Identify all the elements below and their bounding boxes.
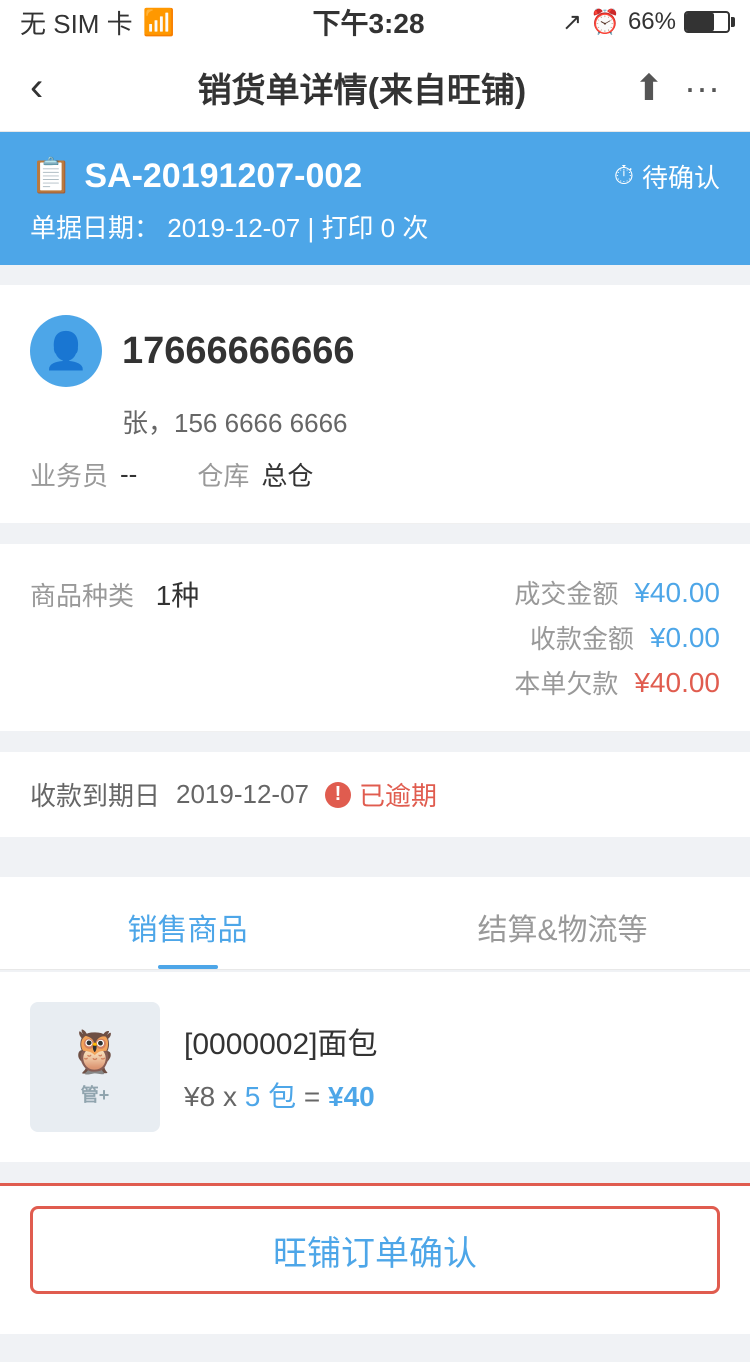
product-info: [0000002]面包 ¥8 x 5 包 = ¥40 bbox=[184, 1019, 720, 1115]
thumb-inner: 🦉 管+ bbox=[69, 1028, 121, 1107]
table-row: 🦉 管+ [0000002]面包 ¥8 x 5 包 = ¥40 bbox=[0, 972, 750, 1162]
tab-sales-products[interactable]: 销售商品 bbox=[0, 877, 375, 969]
battery-icon bbox=[684, 11, 730, 33]
carrier-text: 无 SIM 卡 bbox=[20, 4, 133, 41]
confirm-order-button[interactable]: 旺铺订单确认 bbox=[30, 1206, 720, 1294]
tab-settlement[interactable]: 结算&物流等 bbox=[375, 877, 750, 969]
owed-row: 本单欠款 ¥40.00 bbox=[514, 664, 720, 701]
order-status-text: 待确认 bbox=[642, 158, 720, 195]
divider-2 bbox=[30, 731, 720, 732]
order-icon: 📋 bbox=[30, 156, 72, 196]
overdue-text: 已逾期 bbox=[359, 776, 437, 813]
wifi-icon: 📶 bbox=[143, 7, 175, 38]
order-header-card: 📋 SA-20191207-002 ⏱ 待确认 单据日期： 2019-12-07… bbox=[0, 132, 750, 265]
page-title: 销货单详情(来自旺铺) bbox=[198, 63, 527, 112]
financial-summary: 成交金额 ¥40.00 收款金额 ¥0.00 本单欠款 ¥40.00 bbox=[514, 574, 720, 701]
battery-fill bbox=[686, 13, 714, 31]
product-name: [0000002]面包 bbox=[184, 1019, 720, 1063]
tab-sales-label: 销售商品 bbox=[128, 914, 248, 947]
due-date-value: 2019-12-07 bbox=[176, 779, 309, 810]
order-header-top: 📋 SA-20191207-002 ⏱ 待确认 bbox=[30, 156, 720, 196]
price-qty: 5 bbox=[245, 1081, 261, 1112]
divider-1 bbox=[30, 523, 720, 524]
nav-bar: ‹ 销货单详情(来自旺铺) ⬆ ··· bbox=[0, 44, 750, 132]
tab-settlement-label: 结算&物流等 bbox=[477, 914, 647, 947]
order-id-text: SA-20191207-002 bbox=[84, 157, 362, 196]
price-unit: ¥8 bbox=[184, 1081, 215, 1112]
battery-text: 66% bbox=[628, 8, 676, 36]
customer-section: 👤 17666666666 张，156 6666 6666 业务员 -- 仓库 … bbox=[0, 285, 750, 523]
avatar: 👤 bbox=[30, 315, 102, 387]
status-bar: 无 SIM 卡 📶 下午3:28 ↗ ⏰ 66% bbox=[0, 0, 750, 44]
received-value: ¥0.00 bbox=[650, 622, 720, 654]
location-icon: ↗ bbox=[562, 8, 582, 37]
share-icon[interactable]: ⬆ bbox=[634, 67, 664, 109]
nav-actions: ⬆ ··· bbox=[634, 67, 720, 109]
salesperson-label: 业务员 bbox=[30, 456, 108, 493]
tabs-section: 销售商品 结算&物流等 bbox=[0, 877, 750, 970]
product-type-value: 1种 bbox=[156, 580, 200, 611]
overdue-badge: ! 已逾期 bbox=[325, 776, 437, 813]
confirm-button-area: 旺铺订单确认 bbox=[0, 1183, 750, 1334]
owed-value: ¥40.00 bbox=[634, 667, 720, 699]
received-row: 收款金额 ¥0.00 bbox=[530, 619, 720, 656]
salesperson-value: -- bbox=[120, 459, 137, 490]
order-date-info: 单据日期： 2019-12-07 | 打印 0 次 bbox=[30, 208, 720, 245]
back-button[interactable]: ‹ bbox=[30, 65, 90, 110]
customer-phone: 17666666666 bbox=[122, 330, 354, 373]
warehouse-info: 仓库 总仓 bbox=[197, 456, 313, 493]
customer-row: 👤 17666666666 bbox=[30, 315, 720, 387]
summary-section: 商品种类 1种 成交金额 ¥40.00 收款金额 ¥0.00 本单欠款 ¥40.… bbox=[0, 544, 750, 731]
order-id: 📋 SA-20191207-002 bbox=[30, 156, 362, 196]
price-multiply: x bbox=[223, 1081, 245, 1112]
print-info: | 打印 0 次 bbox=[307, 213, 428, 243]
status-right: ↗ ⏰ 66% bbox=[562, 8, 730, 37]
more-icon[interactable]: ··· bbox=[684, 67, 720, 109]
warehouse-label: 仓库 bbox=[197, 456, 249, 493]
price-equals: = bbox=[304, 1081, 328, 1112]
product-type-info: 商品种类 1种 bbox=[30, 574, 199, 614]
owl-icon: 🦉 bbox=[69, 1028, 121, 1077]
status-time: 下午3:28 bbox=[312, 2, 424, 42]
amount-label: 成交金额 bbox=[514, 574, 618, 611]
status-left: 无 SIM 卡 📶 bbox=[20, 4, 175, 41]
product-type-label: 商品种类 bbox=[30, 581, 134, 611]
date-value: 2019-12-07 bbox=[167, 213, 300, 243]
clock-icon: ⏱ bbox=[614, 160, 634, 192]
customer-name: 张，156 6666 6666 bbox=[30, 403, 720, 440]
product-price: ¥8 x 5 包 = ¥40 bbox=[184, 1075, 720, 1115]
received-label: 收款金额 bbox=[530, 619, 634, 656]
section-gap bbox=[0, 837, 750, 857]
salesperson-info: 业务员 -- bbox=[30, 456, 137, 493]
amount-row: 成交金额 ¥40.00 bbox=[514, 574, 720, 611]
warehouse-value: 总仓 bbox=[261, 456, 313, 493]
owed-label: 本单欠款 bbox=[514, 664, 618, 701]
product-thumbnail: 🦉 管+ bbox=[30, 1002, 160, 1132]
due-section: 收款到期日 2019-12-07 ! 已逾期 bbox=[0, 752, 750, 837]
order-status-badge: ⏱ 待确认 bbox=[614, 158, 720, 195]
price-qty-unit: 包 bbox=[268, 1081, 296, 1112]
price-total: ¥40 bbox=[328, 1081, 375, 1112]
brand-plus: 管+ bbox=[81, 1081, 110, 1107]
amount-value: ¥40.00 bbox=[634, 577, 720, 609]
product-section: 🦉 管+ [0000002]面包 ¥8 x 5 包 = ¥40 bbox=[0, 972, 750, 1162]
customer-meta: 业务员 -- 仓库 总仓 bbox=[30, 456, 720, 493]
alarm-icon: ⏰ bbox=[590, 8, 620, 37]
due-label: 收款到期日 bbox=[30, 776, 160, 813]
date-label: 单据日期： bbox=[30, 213, 160, 243]
overdue-dot-icon: ! bbox=[325, 782, 351, 808]
